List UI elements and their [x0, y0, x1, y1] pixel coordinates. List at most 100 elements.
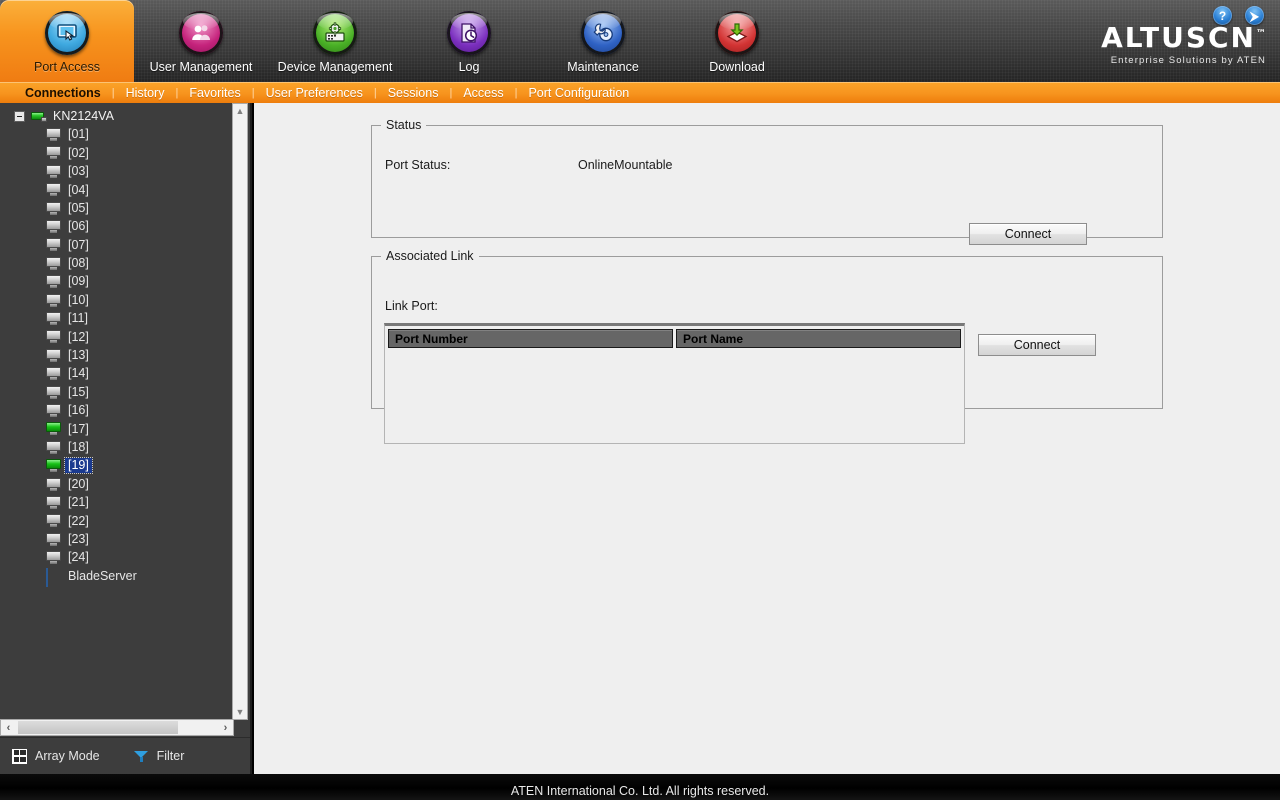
scroll-down-arrow-icon[interactable]: ▼: [233, 705, 247, 719]
sidebar-vertical-scrollbar[interactable]: ▲ ▼: [232, 103, 248, 720]
monitor-icon: [46, 514, 61, 528]
tree-item-06[interactable]: [06]: [0, 217, 234, 235]
monitor-icon: [46, 348, 61, 362]
monitor-icon: [46, 330, 61, 344]
tree-item-label: KN2124VA: [53, 108, 114, 123]
tree-item-09[interactable]: [09]: [0, 273, 234, 291]
subnav-item-connections[interactable]: Connections: [14, 86, 112, 100]
tree-item-19[interactable]: [19]: [0, 456, 234, 474]
tree-item-bladeserver[interactable]: BladeServer: [0, 567, 234, 588]
tree-item-16[interactable]: [16]: [0, 401, 234, 419]
tree-item-label: [03]: [68, 164, 89, 179]
brand-logo: ALTUSCN™ Enterprise Solutions by ATEN: [1101, 21, 1266, 67]
tree-item-11[interactable]: [11]: [0, 309, 234, 327]
column-header-port-number[interactable]: Port Number: [388, 329, 673, 348]
monitor-icon: [46, 367, 61, 381]
monitor-icon: [46, 477, 61, 491]
port-tree: KN2124VA [01] [02] [03] [04] [05] [06] [07] [08]…: [0, 103, 234, 718]
monitor-icon: [46, 238, 61, 252]
nav-tab-port-access[interactable]: Port Access: [0, 0, 134, 82]
nav-tab-label: Port Access: [34, 60, 100, 74]
tree-item-13[interactable]: [13]: [0, 346, 234, 364]
link-connect-button[interactable]: Connect: [978, 334, 1096, 356]
nav-tab-user-management[interactable]: User Management: [134, 0, 268, 82]
collapse-toggle-icon[interactable]: [14, 110, 25, 122]
port-status-label: Port Status:: [385, 158, 451, 172]
monitor-icon: [46, 275, 61, 289]
subnav-item-history[interactable]: History: [115, 86, 176, 100]
status-panel: Status Port Status: OnlineMountable Conn…: [371, 118, 1163, 245]
monitor-icon: [46, 128, 61, 142]
nav-tab-label: Device Management: [277, 60, 393, 74]
tree-item-12[interactable]: [12]: [0, 328, 234, 346]
tree-item-01[interactable]: [01]: [0, 125, 234, 143]
tree-item-label: [19]: [64, 457, 93, 474]
table-body[interactable]: [385, 348, 964, 438]
tree-item-label: [18]: [68, 439, 89, 454]
scroll-left-arrow-icon[interactable]: ‹: [1, 720, 16, 735]
associated-link-legend: Associated Link: [381, 249, 479, 263]
subnav-item-favorites[interactable]: Favorites: [178, 86, 251, 100]
logo-brand-name: ALTUSCN: [1101, 21, 1256, 54]
column-header-port-name[interactable]: Port Name: [676, 329, 961, 348]
tree-item-21[interactable]: [21]: [0, 493, 234, 511]
switch-device-icon: [31, 110, 47, 123]
nav-tab-label: Log: [458, 60, 480, 74]
port-status-value: OnlineMountable: [578, 158, 673, 172]
monitor-icon: [46, 403, 61, 417]
tree-item-label: [07]: [68, 237, 89, 252]
tree-item-label: [20]: [68, 476, 89, 491]
nav-tab-device-management[interactable]: Device Management: [268, 0, 402, 82]
subnav-item-access[interactable]: Access: [452, 86, 514, 100]
tree-item-02[interactable]: [02]: [0, 144, 234, 162]
tree-item-label: [05]: [68, 200, 89, 215]
nav-tab-log[interactable]: Log: [402, 0, 536, 82]
tree-item-label: [24]: [68, 550, 89, 565]
tree-item-label: [09]: [68, 274, 89, 289]
tree-item-label: [23]: [68, 531, 89, 546]
monitor-cursor-icon: [45, 11, 89, 55]
download-arrow-icon: [715, 11, 759, 55]
tree-item-label: [11]: [68, 311, 88, 326]
nav-tab-download[interactable]: Download: [670, 0, 804, 82]
status-connect-button[interactable]: Connect: [969, 223, 1087, 245]
scroll-up-arrow-icon[interactable]: ▲: [233, 104, 247, 118]
tree-item-14[interactable]: [14]: [0, 364, 234, 382]
tree-item-15[interactable]: [15]: [0, 383, 234, 401]
subnav-item-user-preferences[interactable]: User Preferences: [255, 86, 374, 100]
tree-item-03[interactable]: [03]: [0, 162, 234, 180]
logo-tagline: Enterprise Solutions by ATEN: [1110, 55, 1266, 66]
subnav-item-port-configuration[interactable]: Port Configuration: [517, 86, 640, 100]
tree-item-24[interactable]: [24]: [0, 548, 234, 566]
scroll-right-arrow-icon[interactable]: ›: [218, 720, 233, 735]
scrollbar-thumb[interactable]: [18, 721, 178, 734]
tree-item-label: [08]: [68, 256, 89, 271]
link-port-table[interactable]: Port Number Port Name: [384, 323, 965, 444]
tree-item-17[interactable]: [17]: [0, 420, 234, 438]
tree-item-10[interactable]: [10]: [0, 291, 234, 309]
tree-item-label: [14]: [68, 366, 89, 381]
tree-item-18[interactable]: [18]: [0, 438, 234, 456]
monitor-icon: [46, 164, 61, 178]
sidebar-horizontal-scrollbar[interactable]: ‹ ›: [0, 719, 234, 736]
tree-item-23[interactable]: [23]: [0, 530, 234, 548]
tree-item-20[interactable]: [20]: [0, 475, 234, 493]
tree-item-08[interactable]: [08]: [0, 254, 234, 272]
sub-navigation-bar: Connections | History | Favorites | User Prefe…: [0, 82, 1280, 103]
tree-item-kn2124va[interactable]: KN2124VA: [0, 107, 234, 125]
tree-item-22[interactable]: [22]: [0, 512, 234, 530]
tree-item-label: [17]: [68, 421, 89, 436]
subnav-item-sessions[interactable]: Sessions: [377, 86, 450, 100]
main-content-area: Status Port Status: OnlineMountable Conn…: [254, 103, 1280, 774]
gear-server-icon: [313, 11, 357, 55]
table-header-row: Port Number Port Name: [385, 326, 964, 348]
tree-item-07[interactable]: [07]: [0, 236, 234, 254]
array-mode-button[interactable]: Array Mode: [12, 748, 100, 764]
tree-item-04[interactable]: [04]: [0, 181, 234, 199]
funnel-icon: [133, 749, 149, 763]
nav-tab-label: Download: [709, 60, 765, 74]
nav-tab-maintenance[interactable]: Maintenance: [536, 0, 670, 82]
filter-button[interactable]: Filter: [133, 749, 184, 763]
tree-item-05[interactable]: [05]: [0, 199, 234, 217]
tree-item-label: [12]: [68, 329, 89, 344]
